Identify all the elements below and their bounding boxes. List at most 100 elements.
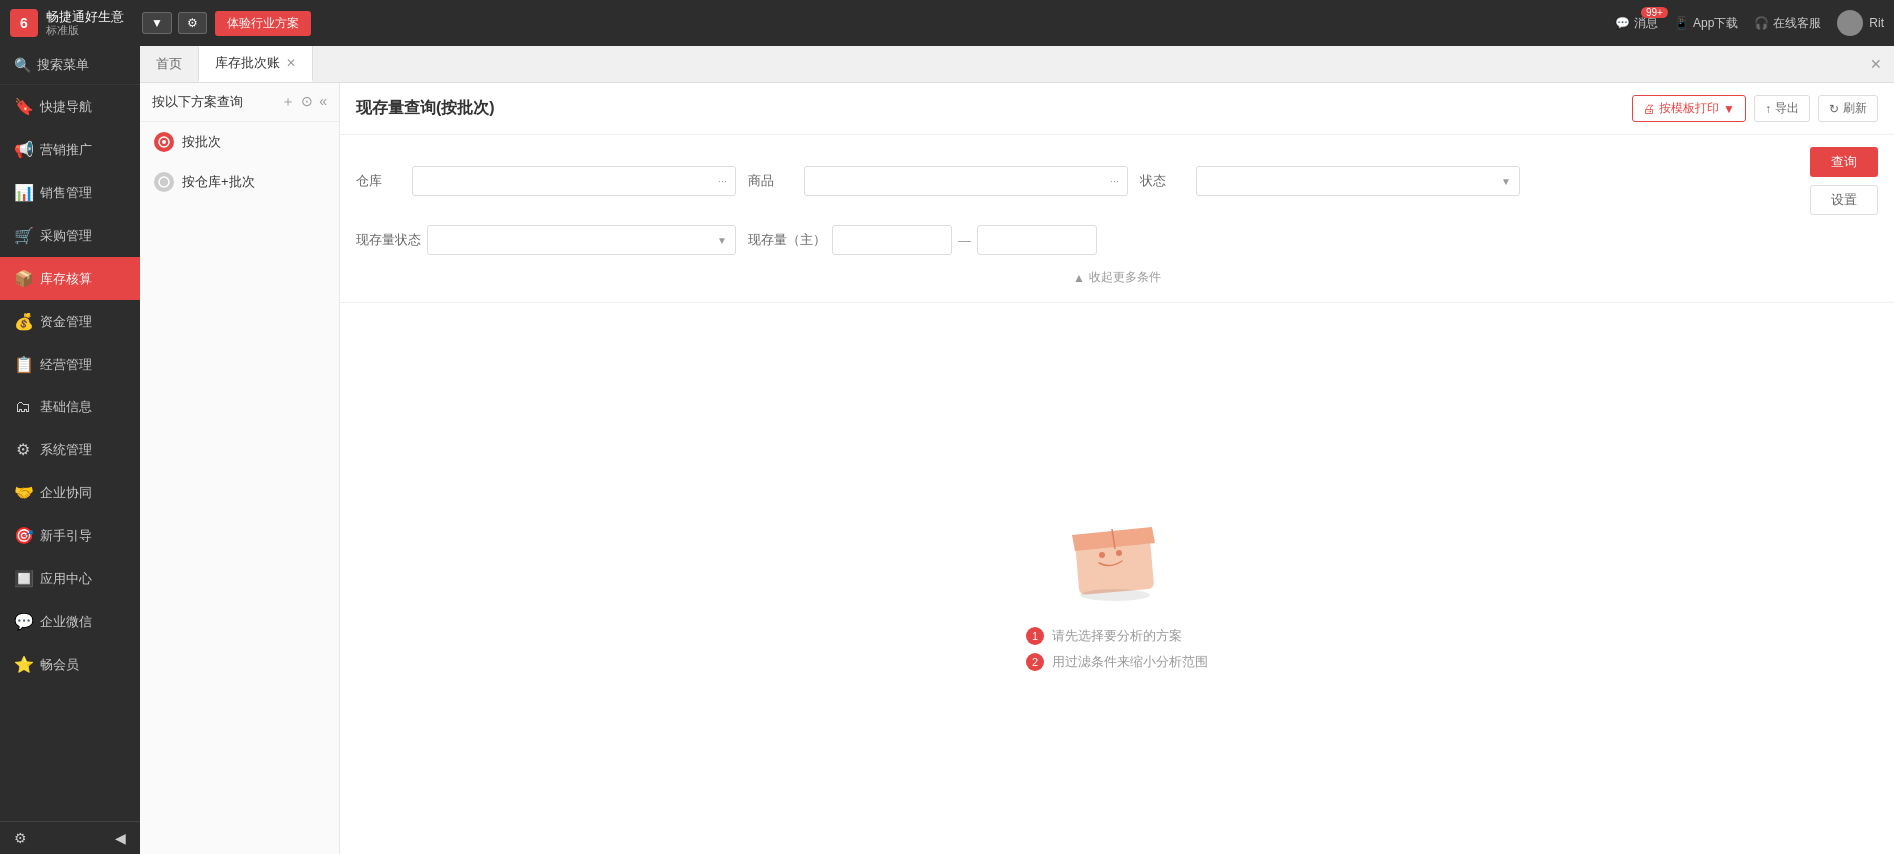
- empty-state: 1 请先选择要分析的方案 2 用过滤条件来缩小分析范围: [340, 303, 1894, 854]
- filter-area: 仓库 ··· 商品 ···: [340, 135, 1894, 303]
- page-close-btn[interactable]: ✕: [1858, 48, 1894, 80]
- inventory-qty-max[interactable]: [977, 225, 1097, 255]
- sidebar-item-quick-nav[interactable]: 🔖 快捷导航: [0, 85, 140, 128]
- sidebar-item-marketing[interactable]: 📢 营销推广: [0, 128, 140, 171]
- tab-home[interactable]: 首页: [140, 47, 199, 81]
- export-btn[interactable]: ↑ 导出: [1754, 95, 1810, 122]
- step2-num: 2: [1026, 653, 1044, 671]
- sidebar-collapse-icon[interactable]: ◀: [115, 830, 126, 846]
- app-download-btn[interactable]: 📱 App下载: [1674, 15, 1738, 32]
- sidebar-item-newbie[interactable]: 🎯 新手引导: [0, 514, 140, 557]
- user-area[interactable]: Rit: [1837, 10, 1884, 36]
- messages-badge: 99+: [1641, 7, 1668, 18]
- add-scheme-btn[interactable]: ＋: [281, 93, 295, 111]
- status-select[interactable]: ▼: [1196, 166, 1520, 196]
- warehouse-input[interactable]: ···: [412, 166, 736, 196]
- tab-inventory-batch[interactable]: 库存批次账 ✕: [199, 46, 313, 82]
- collapse-label: 收起更多条件: [1089, 269, 1161, 286]
- empty-svg: [1057, 487, 1177, 607]
- refresh-icon: ↻: [1829, 102, 1839, 116]
- nav-dropdown-btn[interactable]: ▼: [142, 12, 172, 34]
- svg-point-6: [1116, 550, 1122, 556]
- scheme-by-warehouse-batch-label: 按仓库+批次: [182, 173, 255, 191]
- product-label: 商品: [748, 172, 798, 190]
- main-layout: 🔍 搜索菜单 🔖 快捷导航 📢 营销推广 📊 销售管理 🛒 采购管理 📦 库存核…: [0, 46, 1894, 854]
- product-input[interactable]: ···: [804, 166, 1128, 196]
- sidebar-item-sales[interactable]: 📊 销售管理: [0, 171, 140, 214]
- username: Rit: [1869, 16, 1884, 30]
- refresh-btn[interactable]: ↻ 刷新: [1818, 95, 1878, 122]
- settings-btn[interactable]: 设置: [1810, 185, 1878, 215]
- sidebar-item-label: 销售管理: [40, 184, 92, 202]
- query-btn[interactable]: 查询: [1810, 147, 1878, 177]
- status-select-arrow: ▼: [1501, 176, 1511, 187]
- sidebar-item-label: 新手引导: [40, 527, 92, 545]
- sidebar-item-finance[interactable]: 💰 资金管理: [0, 300, 140, 343]
- operation-icon: 📋: [14, 355, 32, 374]
- sidebar-item-operation[interactable]: 📋 经营管理: [0, 343, 140, 386]
- sidebar-settings-icon[interactable]: ⚙: [14, 830, 27, 846]
- inventory-qty-min[interactable]: [832, 225, 952, 255]
- scheme-collapse-btn[interactable]: «: [319, 93, 327, 111]
- scheme-by-batch[interactable]: 按批次: [140, 122, 339, 162]
- svg-point-1: [162, 140, 166, 144]
- inventory-qty-range: —: [832, 225, 1128, 255]
- scheme-settings-btn[interactable]: ⊙: [301, 93, 313, 111]
- scheme-active-icon: [154, 132, 174, 152]
- sidebar-item-label: 企业协同: [40, 484, 92, 502]
- sidebar-item-label: 应用中心: [40, 570, 92, 588]
- app-logo: 6: [10, 9, 38, 37]
- apps-icon: 🔲: [14, 569, 32, 588]
- scheme-inactive-icon: [154, 172, 174, 192]
- system-icon: ⚙: [14, 440, 32, 459]
- sidebar-item-label: 采购管理: [40, 227, 92, 245]
- sidebar-item-basic[interactable]: 🗂 基础信息: [0, 386, 140, 428]
- enterprise-icon: 🤝: [14, 483, 32, 502]
- sidebar-item-purchase[interactable]: 🛒 采购管理: [0, 214, 140, 257]
- sidebar-item-system[interactable]: ⚙ 系统管理: [0, 428, 140, 471]
- messages-btn[interactable]: 💬 消息 99+: [1615, 15, 1658, 32]
- tab-home-label: 首页: [156, 55, 182, 73]
- topbar-nav: ▼ ⚙: [142, 12, 207, 34]
- search-icon: 🔍: [14, 57, 31, 73]
- marketing-icon: 📢: [14, 140, 32, 159]
- inventory-status-select[interactable]: ▼: [427, 225, 736, 255]
- nav-settings-btn[interactable]: ⚙: [178, 12, 207, 34]
- topbar-right: 💬 消息 99+ 📱 App下载 🎧 在线客服 Rit: [1615, 10, 1884, 36]
- quick-nav-icon: 🔖: [14, 97, 32, 116]
- online-support-btn[interactable]: 🎧 在线客服: [1754, 15, 1821, 32]
- basic-icon: 🗂: [14, 398, 32, 416]
- sidebar-item-label: 营销推广: [40, 141, 92, 159]
- page-content: 按以下方案查询 ＋ ⊙ « 按批次: [140, 83, 1894, 854]
- sidebar-search[interactable]: 🔍 搜索菜单: [0, 46, 140, 85]
- print-btn[interactable]: 🖨 按模板打印 ▼: [1632, 95, 1746, 122]
- collapse-btn[interactable]: ▲ 收起更多条件: [356, 265, 1878, 290]
- warehouse-dots: ···: [718, 175, 727, 187]
- step1-num: 1: [1026, 627, 1044, 645]
- inventory-status-filter: 现存量状态 ▼: [356, 225, 736, 255]
- topbar-left: 6 畅捷通好生意 标准版 ▼ ⚙ 体验行业方案: [10, 9, 311, 38]
- newbie-icon: 🎯: [14, 526, 32, 545]
- svg-point-2: [159, 177, 169, 187]
- scheme-by-batch-label: 按批次: [182, 133, 221, 151]
- sidebar-item-inventory[interactable]: 📦 库存核算: [0, 257, 140, 300]
- tabbar: 首页 库存批次账 ✕ ✕: [140, 46, 1894, 83]
- scheme-by-warehouse-batch[interactable]: 按仓库+批次: [140, 162, 339, 202]
- purchase-icon: 🛒: [14, 226, 32, 245]
- sidebar-item-enterprise[interactable]: 🤝 企业协同: [0, 471, 140, 514]
- inventory-icon: 📦: [14, 269, 32, 288]
- sidebar: 🔍 搜索菜单 🔖 快捷导航 📢 营销推广 📊 销售管理 🛒 采购管理 📦 库存核…: [0, 46, 140, 854]
- sidebar-item-member[interactable]: ⭐ 畅会员: [0, 643, 140, 686]
- experience-btn[interactable]: 体验行业方案: [215, 11, 311, 36]
- inventory-qty-filter: 现存量（主） —: [748, 225, 1128, 255]
- sidebar-item-apps[interactable]: 🔲 应用中心: [0, 557, 140, 600]
- sidebar-item-label: 经营管理: [40, 356, 92, 374]
- tab-close-icon[interactable]: ✕: [286, 56, 296, 70]
- print-dropdown-icon: ▼: [1723, 102, 1735, 116]
- page-title: 现存量查询(按批次): [356, 98, 495, 119]
- svg-point-5: [1099, 552, 1105, 558]
- sidebar-item-wechat[interactable]: 💬 企业微信: [0, 600, 140, 643]
- range-divider: —: [958, 233, 971, 248]
- sidebar-item-label: 畅会员: [40, 656, 79, 674]
- status-label: 状态: [1140, 172, 1190, 190]
